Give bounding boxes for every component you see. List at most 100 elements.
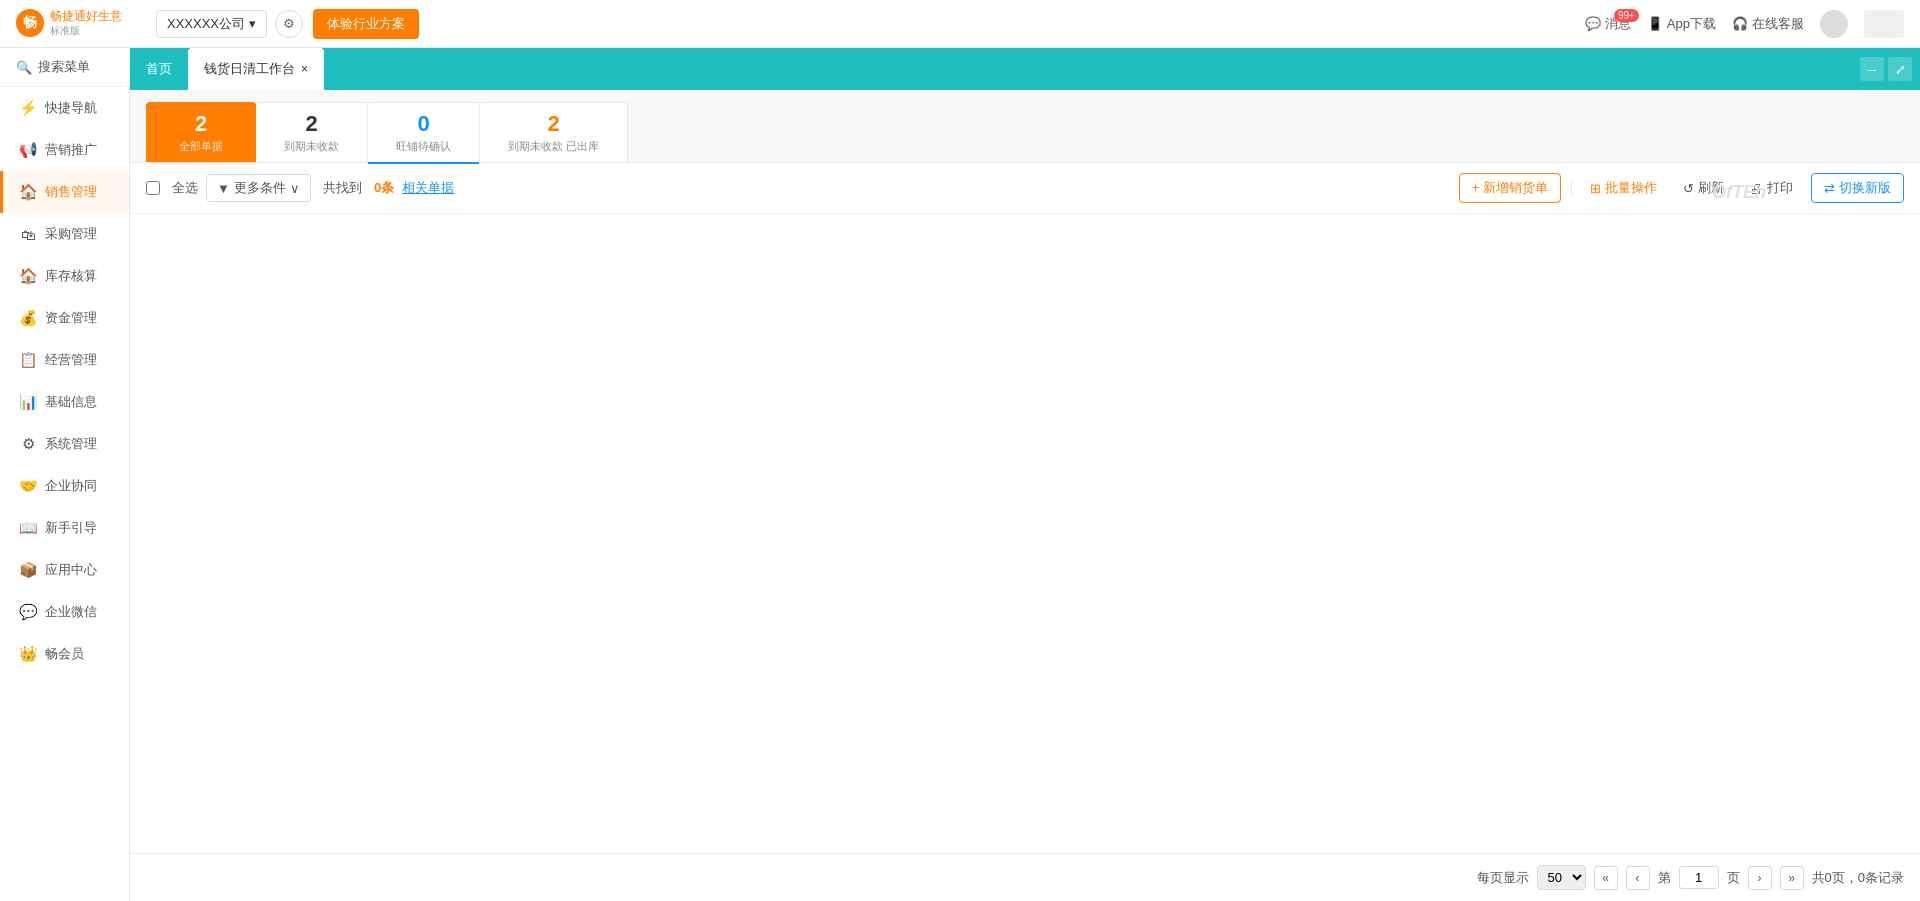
filter-label: 更多条件	[234, 179, 286, 197]
sidebar-item-label: 库存核算	[45, 267, 97, 285]
gear-icon: ⚙	[283, 16, 295, 31]
message-icon: 💬	[1585, 16, 1601, 31]
top-header: 畅 畅捷通好生意 标准版 XXXXXX公司 ▾ ⚙ 体验行业方案 💬 消息 99…	[0, 0, 1920, 48]
inventory-icon: 🏠	[19, 267, 37, 285]
sidebar-item-inventory[interactable]: 🏠 库存核算	[0, 255, 129, 297]
stat-label-pending: 旺铺待确认	[396, 139, 451, 154]
toolbar-right: + 新增销货单 ⊞ 批量操作 ↺ 刷新 🖨 打印 ⇄ 切换新版	[1459, 173, 1904, 203]
sidebar-item-label: 快捷导航	[45, 99, 97, 117]
tab-active-label: 钱货日清工作台	[204, 60, 295, 78]
sidebar-item-finance[interactable]: 💰 资金管理	[0, 297, 129, 339]
sidebar-item-app-center[interactable]: 📦 应用中心	[0, 549, 129, 591]
refresh-button[interactable]: ↺ 刷新	[1675, 175, 1732, 201]
sidebar-item-quick-nav[interactable]: ⚡ 快捷导航	[0, 87, 129, 129]
last-page-button[interactable]: »	[1780, 866, 1804, 890]
sidebar-item-label: 基础信息	[45, 393, 97, 411]
sidebar-item-operations[interactable]: 📋 经营管理	[0, 339, 129, 381]
sidebar-item-purchase[interactable]: 🛍 采购管理	[0, 213, 129, 255]
app-download-label: App下载	[1667, 15, 1716, 33]
filter-button[interactable]: ▼ 更多条件 ∨	[206, 174, 311, 202]
wechat-icon: 💬	[19, 603, 37, 621]
logo-subtitle: 标准版	[50, 24, 122, 38]
toolbar: 全选 ▼ 更多条件 ∨ 共找到 0条 相关单据 + 新增销货单 ⊞ 批量操作 ↺	[130, 163, 1920, 214]
stat-num-all: 2	[195, 111, 207, 137]
trial-button[interactable]: 体验行业方案	[313, 9, 419, 39]
page-input[interactable]	[1679, 866, 1719, 889]
logo-title: 畅捷通好生意	[50, 9, 122, 23]
sidebar-item-system[interactable]: ⚙ 系统管理	[0, 423, 129, 465]
system-icon: ⚙	[19, 435, 37, 453]
next-page-button[interactable]: ›	[1748, 866, 1772, 890]
switch-icon: ⇄	[1824, 181, 1835, 196]
first-page-icon: «	[1602, 871, 1609, 885]
minimize-icon: –	[1868, 62, 1875, 77]
message-button[interactable]: 💬 消息 99+	[1585, 15, 1631, 33]
app-center-icon: 📦	[19, 561, 37, 579]
found-count: 0条	[374, 179, 394, 197]
user-info[interactable]	[1864, 10, 1904, 38]
settings-button[interactable]: ⚙	[275, 10, 303, 38]
sidebar-item-label: 企业微信	[45, 603, 97, 621]
switch-version-button[interactable]: ⇄ 切换新版	[1811, 173, 1904, 203]
per-page-select[interactable]: 50	[1537, 865, 1586, 890]
sidebar-item-sales[interactable]: 🏠 销售管理	[0, 171, 129, 213]
stat-tab-overdue[interactable]: 2 到期未收款	[255, 102, 368, 162]
sidebar-item-wechat[interactable]: 💬 企业微信	[0, 591, 129, 633]
stat-label-overdue: 到期未收款	[284, 139, 339, 154]
stat-num-overdue: 2	[305, 111, 317, 137]
service-icon: 🎧	[1732, 16, 1748, 31]
per-page-label: 每页显示	[1477, 869, 1529, 887]
stat-tab-pending[interactable]: 0 旺铺待确认	[367, 102, 480, 162]
sidebar-item-label: 销售管理	[45, 183, 97, 201]
company-selector[interactable]: XXXXXX公司 ▾	[156, 10, 267, 38]
logo-icon: 畅	[16, 9, 44, 37]
sidebar-item-label: 企业协同	[45, 477, 97, 495]
vip-icon: 👑	[19, 645, 37, 663]
sidebar-item-vip[interactable]: 👑 畅会员	[0, 633, 129, 675]
sidebar-item-label: 畅会员	[45, 645, 84, 663]
stat-tab-all[interactable]: 2 全部单据	[146, 102, 256, 162]
tab-home[interactable]: 首页	[130, 48, 188, 90]
stat-num-pending: 0	[417, 111, 429, 137]
found-prefix: 共找到	[323, 179, 362, 197]
found-link[interactable]: 相关单据	[402, 179, 454, 197]
prev-page-button[interactable]: ‹	[1626, 866, 1650, 890]
sidebar-item-marketing[interactable]: 📢 营销推广	[0, 129, 129, 171]
print-label: 打印	[1767, 179, 1793, 197]
sidebar-item-label: 新手引导	[45, 519, 97, 537]
tab-bar: 首页 钱货日清工作台 × – ⤢	[130, 48, 1920, 90]
sidebar-item-label: 经营管理	[45, 351, 97, 369]
tab-maximize-button[interactable]: ⤢	[1888, 57, 1912, 81]
sidebar-item-basic-info[interactable]: 📊 基础信息	[0, 381, 129, 423]
batch-button[interactable]: ⊞ 批量操作	[1582, 175, 1665, 201]
tab-active[interactable]: 钱货日清工作台 ×	[188, 48, 324, 90]
new-order-label: + 新增销货单	[1472, 179, 1548, 197]
tab-minimize-button[interactable]: –	[1860, 57, 1884, 81]
print-button[interactable]: 🖨 打印	[1742, 175, 1801, 201]
avatar[interactable]	[1820, 10, 1848, 38]
stat-tab-shipped[interactable]: 2 到期未收款 已出库	[479, 102, 628, 162]
page-suffix: 页	[1727, 869, 1740, 887]
new-order-button[interactable]: + 新增销货单	[1459, 173, 1561, 203]
last-page-icon: »	[1788, 871, 1795, 885]
online-service-button[interactable]: 🎧 在线客服	[1732, 15, 1804, 33]
app-download-icon: 📱	[1647, 16, 1663, 31]
stat-label-shipped: 到期未收款 已出库	[508, 139, 599, 154]
sidebar-item-label: 系统管理	[45, 435, 97, 453]
sidebar-item-cooperation[interactable]: 🤝 企业协同	[0, 465, 129, 507]
guide-icon: 📖	[19, 519, 37, 537]
company-dropdown-icon: ▾	[249, 16, 256, 31]
search-menu-item[interactable]: 🔍 搜索菜单	[0, 48, 129, 87]
header-right: 💬 消息 99+ 📱 App下载 🎧 在线客服	[1585, 10, 1904, 38]
app-download-button[interactable]: 📱 App下载	[1647, 15, 1716, 33]
select-all-checkbox[interactable]	[146, 181, 160, 195]
logo-area: 畅 畅捷通好生意 标准版	[16, 9, 146, 37]
first-page-button[interactable]: «	[1594, 866, 1618, 890]
tab-close-icon[interactable]: ×	[301, 62, 308, 76]
tab-home-label: 首页	[146, 60, 172, 78]
sidebar-item-guide[interactable]: 📖 新手引导	[0, 507, 129, 549]
next-page-icon: ›	[1758, 871, 1762, 885]
main-content: 2 全部单据 2 到期未收款 0 旺铺待确认 2 到期未收款 已出库 全选 ▼ …	[130, 90, 1920, 901]
sidebar: 🔍 搜索菜单 ⚡ 快捷导航 📢 营销推广 🏠 销售管理 🛍 采购管理 🏠 库存核…	[0, 48, 130, 901]
switch-label: 切换新版	[1839, 179, 1891, 197]
